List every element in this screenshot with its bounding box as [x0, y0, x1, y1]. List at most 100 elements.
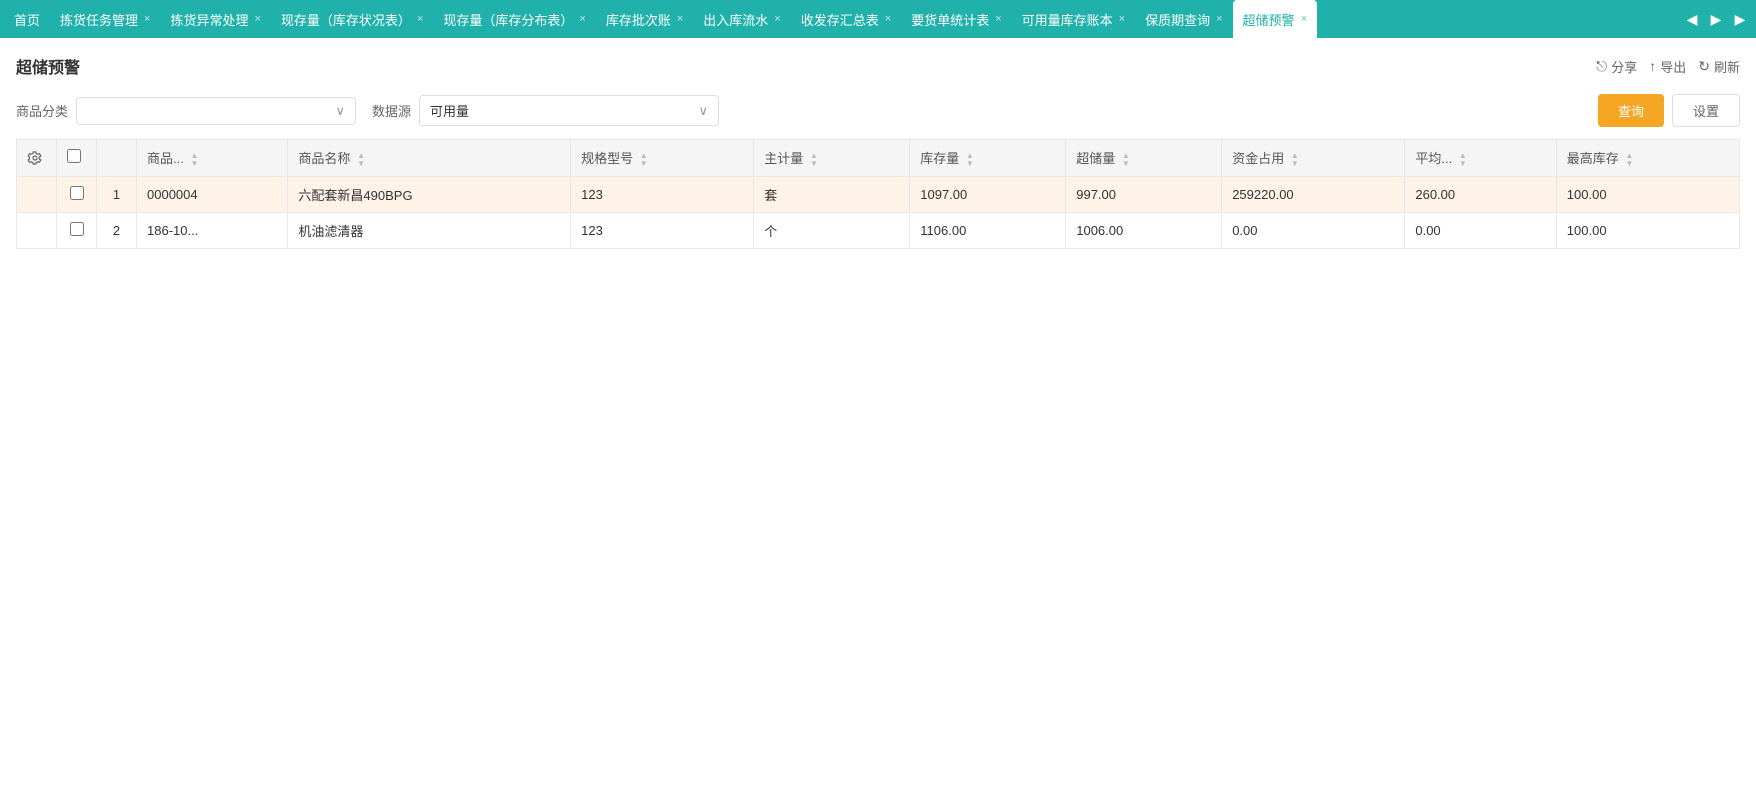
column-unit[interactable]: 主计量 ▲▼: [754, 140, 910, 177]
chevron-down-icon: ∨: [336, 103, 346, 119]
refresh-icon: ↻: [1698, 58, 1710, 75]
nav-prev-arrow[interactable]: ◀: [1680, 0, 1704, 38]
datasource-value: 可用量: [430, 101, 469, 120]
nav-close-icon-7[interactable]: ×: [885, 13, 891, 25]
row-overstock-0: 997.00: [1066, 176, 1222, 212]
nav-item-2[interactable]: 拣货异常处理×: [160, 0, 270, 38]
sort-icon-stock: ▲▼: [966, 152, 974, 168]
col-label-avg: 平均...: [1415, 151, 1452, 166]
row-spec-1: 123: [571, 212, 754, 248]
nav-item-8[interactable]: 要货单统计表×: [901, 0, 1011, 38]
column-overstock[interactable]: 超储量 ▲▼: [1066, 140, 1222, 177]
col-label-stock: 库存量: [920, 151, 959, 166]
select-all-checkbox[interactable]: [67, 149, 81, 163]
refresh-label: 刷新: [1714, 57, 1740, 76]
row-stock-0: 1097.00: [910, 176, 1066, 212]
nav-item-3[interactable]: 现存量（库存状况表）×: [271, 0, 433, 38]
share-button[interactable]: ⎋ 分享: [1596, 57, 1637, 76]
chevron-down-icon-2: ∨: [699, 103, 709, 119]
nav-close-icon-8[interactable]: ×: [995, 13, 1001, 25]
col-label-unit: 主计量: [764, 151, 803, 166]
refresh-button[interactable]: ↻ 刷新: [1698, 57, 1740, 76]
data-table: 商品... ▲▼ 商品名称 ▲▼ 规格型号 ▲▼ 主计量 ▲▼ 库存量 ▲▼: [16, 139, 1740, 249]
sort-icon-overstock: ▲▼: [1122, 152, 1130, 168]
filter-buttons: 查询 设置: [1598, 94, 1740, 127]
row-avg-0: 260.00: [1405, 176, 1556, 212]
row-checkbox-cell-0[interactable]: [57, 176, 97, 212]
nav-close-icon-3[interactable]: ×: [417, 13, 423, 25]
column-product-code[interactable]: 商品... ▲▼: [137, 140, 288, 177]
row-product_code-0: 0000004: [137, 176, 288, 212]
table-row: 10000004六配套新昌490BPG123套1097.00997.002592…: [17, 176, 1740, 212]
row-unit-0: 套: [754, 176, 910, 212]
export-icon: ↑: [1649, 58, 1656, 74]
nav-item-7[interactable]: 收发存汇总表×: [791, 0, 901, 38]
sort-icon-product-name: ▲▼: [357, 152, 365, 168]
page-header: 超储预警 ⎋ 分享 ↑ 导出 ↻ 刷新: [16, 54, 1740, 78]
table-body: 10000004六配套新昌490BPG123套1097.00997.002592…: [17, 176, 1740, 248]
column-checkbox[interactable]: [57, 140, 97, 177]
row-num-1: 2: [97, 212, 137, 248]
nav-close-icon-5[interactable]: ×: [677, 13, 683, 25]
sort-icon-max-stock: ▲▼: [1625, 152, 1633, 168]
share-icon: ⎋: [1596, 58, 1607, 75]
row-num-0: 1: [97, 176, 137, 212]
row-max_stock-1: 100.00: [1556, 212, 1739, 248]
col-label-product-code: 商品...: [147, 151, 184, 166]
col-label-max-stock: 最高库存: [1567, 151, 1619, 166]
row-checkbox-0[interactable]: [70, 186, 84, 200]
col-label-capital: 资金占用: [1232, 151, 1284, 166]
category-select[interactable]: ∨: [76, 97, 356, 125]
nav-item-9[interactable]: 可用量库存账本×: [1012, 0, 1135, 38]
nav-item-6[interactable]: 出入库流水×: [693, 0, 790, 38]
header-actions: ⎋ 分享 ↑ 导出 ↻ 刷新: [1596, 57, 1740, 76]
nav-close-icon-4[interactable]: ×: [579, 13, 585, 25]
row-product_name-0: 六配套新昌490BPG: [288, 176, 571, 212]
column-capital[interactable]: 资金占用 ▲▼: [1222, 140, 1405, 177]
nav-close-icon-2[interactable]: ×: [254, 13, 260, 25]
settings-button[interactable]: 设置: [1672, 94, 1740, 127]
nav-item-5[interactable]: 库存批次账×: [596, 0, 693, 38]
top-navigation: 首页拣货任务管理×拣货异常处理×现存量（库存状况表）×现存量（库存分布表）×库存…: [0, 0, 1756, 38]
filter-row: 商品分类 ∨ 数据源 可用量 ∨ 查询 设置: [16, 94, 1740, 127]
category-filter-group: 商品分类 ∨: [16, 97, 356, 125]
column-product-name[interactable]: 商品名称 ▲▼: [288, 140, 571, 177]
table-header: 商品... ▲▼ 商品名称 ▲▼ 规格型号 ▲▼ 主计量 ▲▼ 库存量 ▲▼: [17, 140, 1740, 177]
nav-item-0[interactable]: 首页: [4, 0, 50, 38]
nav-item-10[interactable]: 保质期查询×: [1135, 0, 1232, 38]
nav-close-icon-1[interactable]: ×: [144, 13, 150, 25]
row-checkbox-cell-1[interactable]: [57, 212, 97, 248]
row-stock-1: 1106.00: [910, 212, 1066, 248]
share-label: 分享: [1611, 57, 1637, 76]
col-label-spec: 规格型号: [581, 151, 633, 166]
nav-close-icon-9[interactable]: ×: [1119, 13, 1125, 25]
row-capital-0: 259220.00: [1222, 176, 1405, 212]
row-spec-0: 123: [571, 176, 754, 212]
column-spec[interactable]: 规格型号 ▲▼: [571, 140, 754, 177]
nav-next-arrow[interactable]: ▶: [1704, 0, 1728, 38]
nav-more-arrow[interactable]: ▶: [1728, 0, 1752, 38]
export-button[interactable]: ↑ 导出: [1649, 57, 1686, 76]
nav-item-11[interactable]: 超储预警×: [1233, 0, 1317, 38]
row-unit-1: 个: [754, 212, 910, 248]
sort-icon-avg: ▲▼: [1459, 152, 1467, 168]
column-stock[interactable]: 库存量 ▲▼: [910, 140, 1066, 177]
column-avg[interactable]: 平均... ▲▼: [1405, 140, 1556, 177]
row-checkbox-1[interactable]: [70, 222, 84, 236]
row-max_stock-0: 100.00: [1556, 176, 1739, 212]
column-max-stock[interactable]: 最高库存 ▲▼: [1556, 140, 1739, 177]
nav-close-icon-11[interactable]: ×: [1301, 13, 1307, 25]
nav-close-icon-6[interactable]: ×: [774, 13, 780, 25]
query-button[interactable]: 查询: [1598, 94, 1664, 127]
sort-icon-unit: ▲▼: [810, 152, 818, 168]
nav-close-icon-10[interactable]: ×: [1216, 13, 1222, 25]
nav-item-4[interactable]: 现存量（库存分布表）×: [433, 0, 595, 38]
row-gear-cell-1: [17, 212, 57, 248]
page-title: 超储预警: [16, 54, 80, 78]
col-label-product-name: 商品名称: [298, 151, 350, 166]
column-gear[interactable]: [17, 140, 57, 177]
nav-item-1[interactable]: 拣货任务管理×: [50, 0, 160, 38]
datasource-select[interactable]: 可用量 ∨: [419, 95, 719, 126]
datasource-filter-group: 数据源 可用量 ∨: [372, 95, 719, 126]
category-label: 商品分类: [16, 101, 68, 120]
